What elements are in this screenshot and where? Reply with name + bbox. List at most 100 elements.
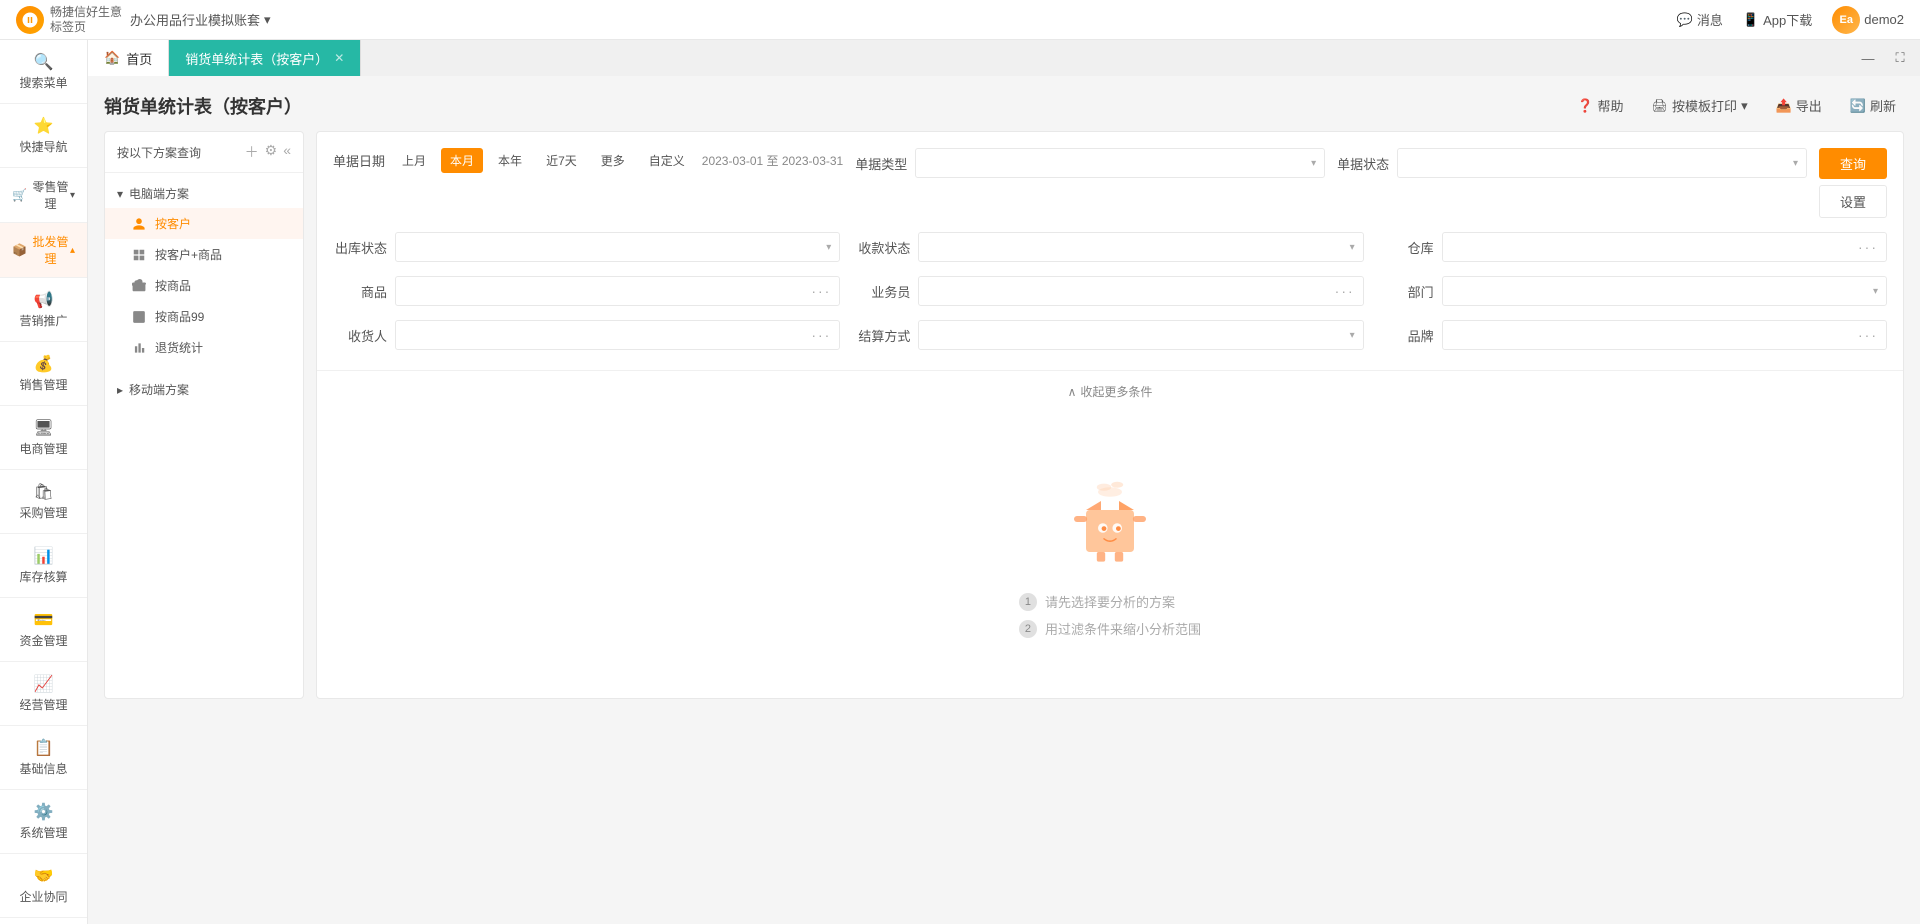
- avatar: Ea: [1832, 6, 1860, 34]
- collapse-btn[interactable]: ∧ 收起更多条件: [1056, 379, 1165, 404]
- product-input[interactable]: ···: [395, 276, 840, 306]
- order-status-arrow: ▾: [1793, 158, 1798, 169]
- expand-right-icon: ▸: [117, 383, 123, 397]
- page-header: 销货单统计表（按客户） ❓ 帮助 🖨 按模板打印 ▾ 📤 导出: [104, 92, 1904, 119]
- box2-icon: [131, 309, 147, 325]
- sidebar-item-inventory[interactable]: 📊 库存核算: [0, 534, 87, 598]
- message-icon: 💬: [1677, 12, 1693, 28]
- recipient-label: 收货人: [333, 326, 387, 345]
- user-menu[interactable]: Ea demo2: [1832, 6, 1904, 34]
- settlement-label: 结算方式: [856, 326, 910, 345]
- date-tab-more[interactable]: 更多: [592, 148, 634, 173]
- sidebar-item-newbie[interactable]: 🎯 新手引导: [0, 918, 87, 924]
- help-icon: ❓: [1577, 98, 1593, 114]
- sidebar-item-marketing[interactable]: 📢 营销推广: [0, 278, 87, 342]
- out-status-cell: 出库状态 ▾: [333, 232, 840, 262]
- tab-maximize-btn[interactable]: ⛶: [1888, 46, 1912, 70]
- order-status-input[interactable]: ▾: [1397, 148, 1807, 178]
- date-label: 单据日期: [333, 151, 385, 170]
- home-icon: 🏠: [104, 50, 120, 66]
- sidebar-item-quick-nav[interactable]: ⭐ 快捷导航: [0, 104, 87, 168]
- grid-icon: [131, 247, 147, 263]
- header-left: 畅捷信好生意 标签页 办公用品行业模拟账套 ▾: [16, 5, 271, 34]
- query-btn[interactable]: 查询: [1819, 148, 1887, 179]
- scheme-item-by-product[interactable]: 按商品: [105, 270, 303, 301]
- order-type-input[interactable]: ▾: [915, 148, 1325, 178]
- page-content: 销货单统计表（按客户） ❓ 帮助 🖨 按模板打印 ▾ 📤 导出: [88, 76, 1920, 924]
- department-label: 部门: [1380, 282, 1434, 301]
- sales-icon: 💰: [8, 354, 79, 374]
- tab-close-btn[interactable]: ✕: [334, 51, 344, 65]
- sidebar-item-enterprise[interactable]: 🤝 企业协同: [0, 854, 87, 918]
- date-tab-last7[interactable]: 近7天: [537, 148, 586, 173]
- recipient-input[interactable]: ···: [395, 320, 840, 350]
- scheme-group-desktop: ▾ 电脑端方案 按客户: [105, 173, 303, 369]
- sidebar-item-sales[interactable]: 💰 销售管理: [0, 342, 87, 406]
- sidebar-item-ecommerce[interactable]: 🖥 电商管理: [0, 406, 87, 470]
- out-status-arrow: ▾: [826, 242, 831, 253]
- sidebar-item-search-menu[interactable]: 🔍 搜索菜单: [0, 40, 87, 104]
- scheme-add-btn[interactable]: ＋: [245, 142, 259, 162]
- sidebar-item-system[interactable]: ⚙️ 系统管理: [0, 790, 87, 854]
- sidebar-item-wholesale[interactable]: 📦 批发管理 ▴: [0, 223, 87, 278]
- date-tab-last-month[interactable]: 上月: [393, 148, 435, 173]
- scheme-item-by-customer[interactable]: 按客户: [105, 208, 303, 239]
- ecommerce-icon: 🖥: [8, 418, 79, 438]
- scheme-group-mobile-header[interactable]: ▸ 移动端方案: [105, 375, 303, 404]
- settlement-arrow: ▾: [1350, 330, 1355, 341]
- expand-icon: ▾: [117, 187, 123, 201]
- app-download-btn[interactable]: 📱 App下载: [1743, 10, 1812, 29]
- out-status-input[interactable]: ▾: [395, 232, 840, 262]
- export-btn[interactable]: 📤 导出: [1768, 92, 1830, 119]
- message-btn[interactable]: 💬 消息: [1677, 10, 1723, 29]
- refresh-btn[interactable]: 🔄 刷新: [1842, 92, 1904, 119]
- collapse-icon: ∧: [1068, 385, 1077, 399]
- scheme-item-return[interactable]: 退货统计: [105, 332, 303, 363]
- date-tab-custom[interactable]: 自定义: [640, 148, 694, 173]
- payment-status-input[interactable]: ▾: [918, 232, 1363, 262]
- salesman-dots: ···: [1335, 283, 1355, 299]
- warehouse-dots: ···: [1858, 239, 1878, 255]
- sidebar-item-basic[interactable]: 📋 基础信息: [0, 726, 87, 790]
- help-btn[interactable]: ❓ 帮助: [1569, 92, 1631, 119]
- main-panel: 按以下方案查询 ＋ ⚙ « ▾ 电脑端方案: [104, 131, 1904, 699]
- scheme-collapse-btn[interactable]: «: [283, 142, 291, 162]
- print-icon: 🖨: [1652, 98, 1669, 114]
- scheme-group-desktop-header[interactable]: ▾ 电脑端方案: [105, 179, 303, 208]
- scheme-item-product-99[interactable]: 按商品99: [105, 301, 303, 332]
- filter-row-4: 收货人 ··· 结算方式 ▾: [333, 320, 1887, 350]
- order-type-label: 单据类型: [855, 154, 907, 173]
- settlement-input[interactable]: ▾: [918, 320, 1363, 350]
- sidebar-item-purchase[interactable]: 🛍 采购管理: [0, 470, 87, 534]
- empty-illustration: [1050, 472, 1170, 572]
- chevron-up-icon: ▴: [70, 245, 75, 256]
- page-title: 销货单统计表（按客户）: [104, 93, 302, 119]
- sidebar-item-finance[interactable]: 💳 资金管理: [0, 598, 87, 662]
- chevron-down-icon: ▾: [264, 12, 271, 28]
- product-cell: 商品 ···: [333, 276, 840, 306]
- star-icon: ⭐: [8, 116, 79, 136]
- scheme-item-customer-product[interactable]: 按客户+商品: [105, 239, 303, 270]
- refresh-icon: 🔄: [1850, 98, 1866, 114]
- purchase-icon: 🛍: [8, 482, 79, 502]
- warehouse-input[interactable]: ···: [1442, 232, 1887, 262]
- scheme-header: 按以下方案查询 ＋ ⚙ «: [105, 132, 303, 173]
- tab-home[interactable]: 🏠 首页: [88, 40, 169, 76]
- sidebar: 🔍 搜索菜单 ⭐ 快捷导航 🛒 零售管理 ▾ 📦 批发管理 ▴ 📢 营销推广 💰…: [0, 40, 88, 924]
- scheme-settings-btn[interactable]: ⚙: [265, 142, 278, 162]
- order-type-arrow: ▾: [1311, 158, 1316, 169]
- department-input[interactable]: ▾: [1442, 276, 1887, 306]
- print-btn[interactable]: 🖨 按模板打印 ▾: [1644, 92, 1756, 119]
- tab-bar: 🏠 首页 销货单统计表（按客户） ✕ — ⛶: [88, 40, 1920, 76]
- system-selector[interactable]: 办公用品行业模拟账套 ▾: [130, 10, 271, 29]
- salesman-input[interactable]: ···: [918, 276, 1363, 306]
- sidebar-item-operations[interactable]: 📈 经营管理: [0, 662, 87, 726]
- date-tab-this-month[interactable]: 本月: [441, 148, 483, 173]
- sidebar-item-retail[interactable]: 🛒 零售管理 ▾: [0, 168, 87, 223]
- chevron-icon: ▾: [70, 190, 75, 201]
- tab-minimize-btn[interactable]: —: [1856, 46, 1880, 70]
- brand-input[interactable]: ···: [1442, 320, 1887, 350]
- tab-sales-stat[interactable]: 销货单统计表（按客户） ✕: [169, 40, 361, 76]
- date-tab-this-year[interactable]: 本年: [489, 148, 531, 173]
- settings-btn[interactable]: 设置: [1819, 185, 1887, 218]
